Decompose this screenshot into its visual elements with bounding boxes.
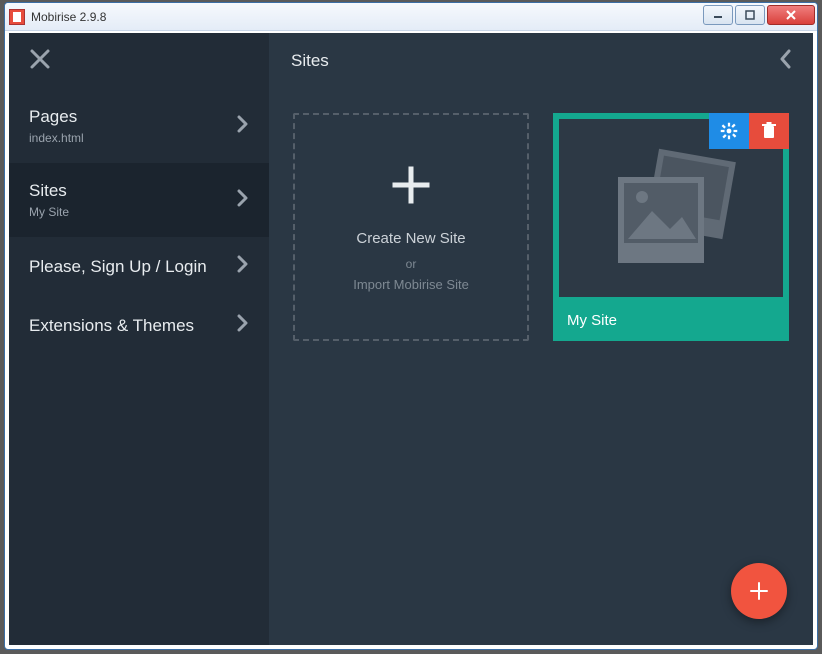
sites-grid: Create New Site or Import Mobirise Site <box>269 89 813 365</box>
app-icon <box>9 9 25 25</box>
chevron-left-icon <box>779 49 791 69</box>
trash-icon <box>761 122 777 140</box>
sidebar-item-pages[interactable]: Pages index.html <box>9 89 269 163</box>
create-site-card[interactable]: Create New Site or Import Mobirise Site <box>293 113 529 341</box>
create-site-or: or <box>406 257 417 271</box>
sidebar-item-label: Extensions & Themes <box>29 316 194 336</box>
sidebar-item-label: Sites <box>29 181 69 201</box>
titlebar: Mobirise 2.9.8 <box>5 3 817 31</box>
maximize-button[interactable] <box>735 5 765 25</box>
plus-icon <box>748 580 770 602</box>
close-window-button[interactable] <box>767 5 815 25</box>
sidebar-item-sublabel: My Site <box>29 205 69 219</box>
chevron-right-icon <box>237 115 249 138</box>
gear-icon <box>720 122 738 140</box>
photos-icon <box>596 143 746 273</box>
site-card-title: My Site <box>567 312 617 329</box>
site-card-actions <box>709 113 789 149</box>
plus-icon <box>389 163 433 212</box>
back-button[interactable] <box>779 49 791 74</box>
sidebar: Pages index.html Sites My Site Pleas <box>9 33 269 645</box>
sidebar-item-label: Please, Sign Up / Login <box>29 257 207 277</box>
main-panel: Sites Create New Site or Import Mobirise… <box>269 33 813 645</box>
app-body: Pages index.html Sites My Site Pleas <box>9 33 813 645</box>
app-window: Mobirise 2.9.8 Pages index.h <box>4 2 818 650</box>
site-delete-button[interactable] <box>749 113 789 149</box>
site-settings-button[interactable] <box>709 113 749 149</box>
add-button[interactable] <box>731 563 787 619</box>
window-buttons <box>701 5 815 25</box>
window-title: Mobirise 2.9.8 <box>31 10 106 24</box>
create-site-label: Create New Site <box>356 230 465 247</box>
sidebar-item-login[interactable]: Please, Sign Up / Login <box>9 237 269 296</box>
sidebar-item-sublabel: index.html <box>29 131 84 145</box>
sidebar-item-extensions[interactable]: Extensions & Themes <box>9 296 269 355</box>
main-header: Sites <box>269 33 813 89</box>
chevron-right-icon <box>237 189 249 212</box>
main-header-title: Sites <box>291 51 329 71</box>
minimize-button[interactable] <box>703 5 733 25</box>
import-site-label: Import Mobirise Site <box>353 277 469 292</box>
site-card[interactable]: My Site <box>553 113 789 341</box>
sidebar-item-label: Pages <box>29 107 84 127</box>
chevron-right-icon <box>237 255 249 278</box>
close-panel-button[interactable] <box>9 33 269 89</box>
sidebar-item-sites[interactable]: Sites My Site <box>9 163 269 237</box>
chevron-right-icon <box>237 314 249 337</box>
close-icon <box>29 48 51 75</box>
